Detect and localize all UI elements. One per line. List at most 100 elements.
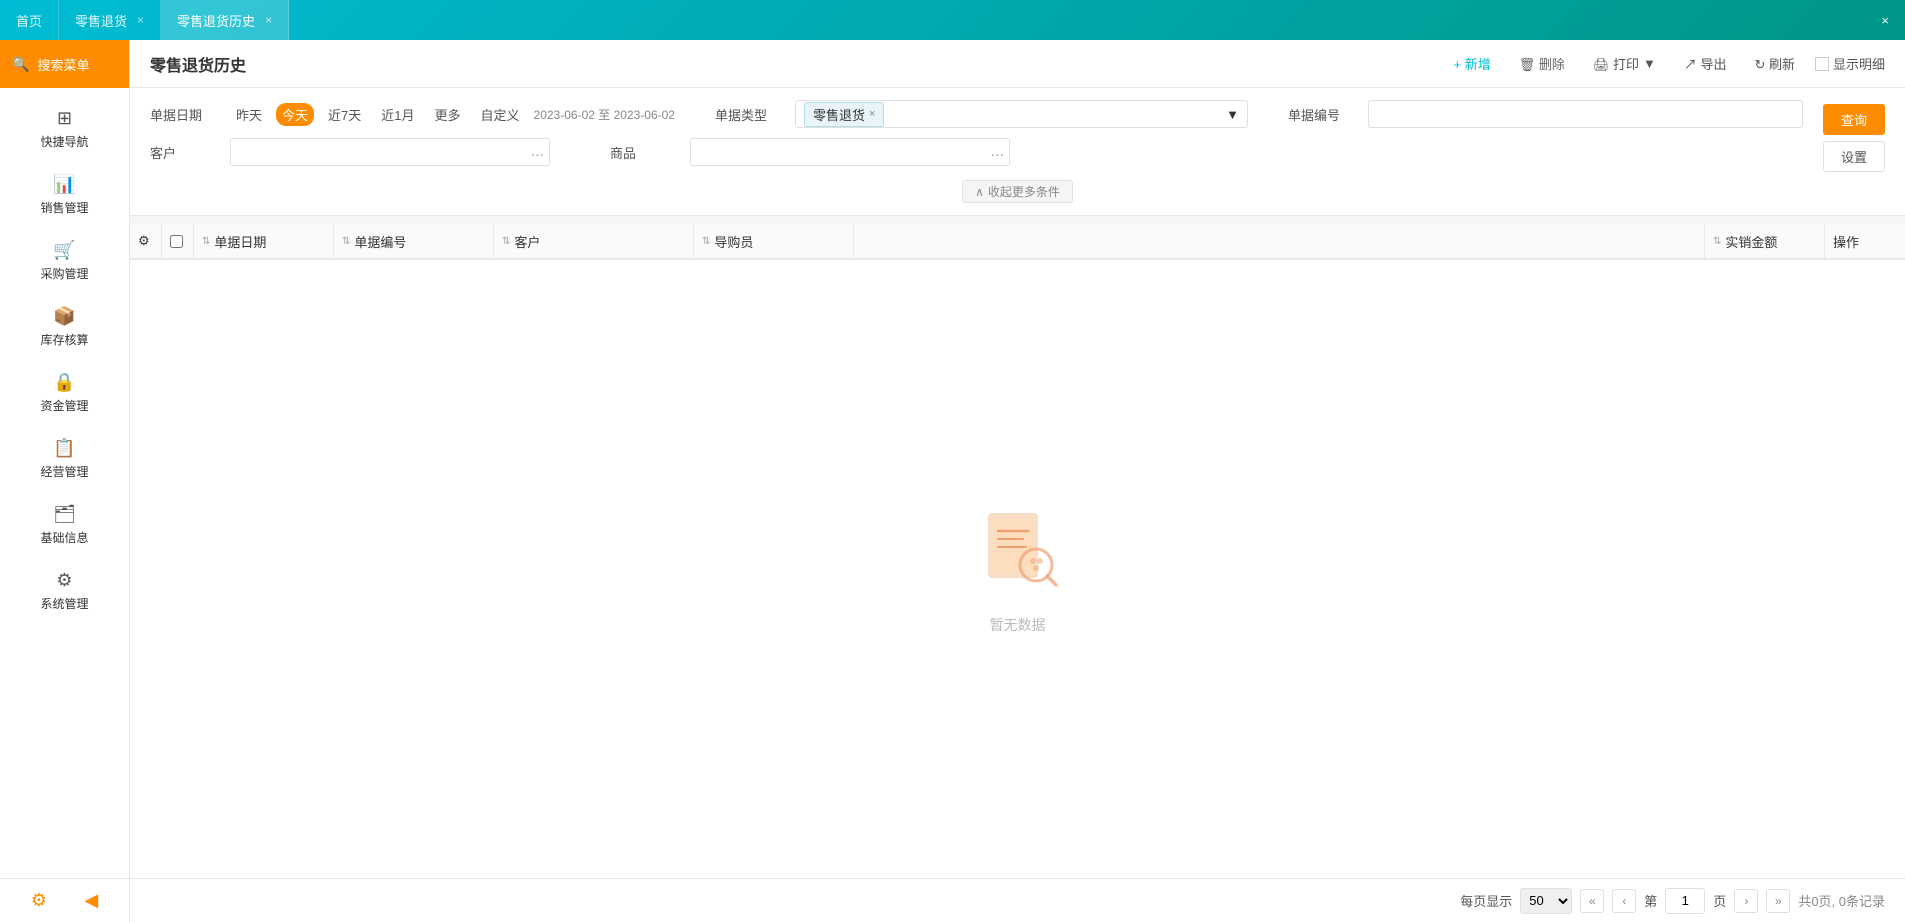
tab-retail-return-history-close[interactable]: × bbox=[265, 13, 272, 27]
page-total: 共0页, 0条记录 bbox=[1798, 891, 1885, 910]
top-bar-close[interactable]: × bbox=[1865, 13, 1905, 28]
sidebar-item-purchase-mgmt[interactable]: 🛒 采购管理 bbox=[0, 228, 129, 294]
date-range: 2023-06-02 至 2023-06-02 bbox=[534, 106, 675, 123]
page-header: 零售退货历史 + 新增 🗑 删除 🖨 打印 ▼ ↗ 导出 ↻ 刷新 bbox=[130, 40, 1905, 88]
sidebar-item-finance-label: 资金管理 bbox=[40, 397, 88, 414]
page-suffix: 页 bbox=[1713, 891, 1726, 910]
sidebar-item-inventory[interactable]: 📦 库存核算 bbox=[0, 294, 129, 360]
date-opt-today[interactable]: 今天 bbox=[276, 103, 314, 126]
export-button-label: ↗ 导出 bbox=[1684, 54, 1727, 73]
new-button[interactable]: + 新增 bbox=[1446, 50, 1499, 77]
display-toggle[interactable]: 显示明细 bbox=[1815, 54, 1885, 73]
sidebar-footer: ⚙ ◀ bbox=[0, 878, 129, 922]
th-guide-sort-icon[interactable]: ⇅ bbox=[702, 236, 710, 247]
date-opt-custom[interactable]: 自定义 bbox=[475, 103, 526, 126]
voucher-number-input[interactable] bbox=[1368, 100, 1803, 128]
tab-retail-return[interactable]: 零售退货 × bbox=[59, 0, 161, 40]
per-page-select[interactable]: 50 20 100 bbox=[1520, 888, 1572, 914]
top-bar: 首页 零售退货 × 零售退货历史 × × bbox=[0, 0, 1905, 40]
th-date-sort-icon[interactable]: ⇅ bbox=[202, 236, 210, 247]
operations-icon: 📋 bbox=[53, 438, 75, 459]
date-filter-options: 昨天 今天 近7天 近1月 更多 自定义 2023-06-02 至 2023-0… bbox=[230, 103, 675, 126]
tab-retail-return-close[interactable]: × bbox=[137, 13, 144, 27]
date-opt-yesterday[interactable]: 昨天 bbox=[230, 103, 268, 126]
prev-page-button[interactable]: ‹ bbox=[1612, 889, 1636, 913]
per-page-label: 每页显示 bbox=[1460, 891, 1512, 910]
refresh-button[interactable]: ↻ 刷新 bbox=[1746, 50, 1803, 77]
th-amount-sort-icon[interactable]: ⇅ bbox=[1713, 236, 1721, 247]
sidebar-search[interactable]: 🔍 搜索菜单 bbox=[0, 40, 129, 88]
tab-home[interactable]: 首页 bbox=[0, 0, 59, 40]
th-date: ⇅ 单据日期 bbox=[194, 224, 334, 258]
sidebar-item-operations[interactable]: 📋 经营管理 bbox=[0, 426, 129, 492]
sidebar-item-inventory-label: 库存核算 bbox=[40, 331, 88, 348]
first-page-button[interactable]: « bbox=[1580, 889, 1604, 913]
main-layout: 🔍 搜索菜单 ⊞ 快捷导航 📊 销售管理 🛒 采购管理 📦 库存核算 🔒 bbox=[0, 40, 1905, 922]
settings-footer-icon[interactable]: ⚙ bbox=[31, 890, 47, 911]
sidebar: 🔍 搜索菜单 ⊞ 快捷导航 📊 销售管理 🛒 采购管理 📦 库存核算 🔒 bbox=[0, 40, 130, 922]
date-opt-1month[interactable]: 近1月 bbox=[375, 103, 420, 126]
sidebar-menu: ⊞ 快捷导航 📊 销售管理 🛒 采购管理 📦 库存核算 🔒 资金管理 📋 bbox=[0, 88, 129, 878]
date-opt-7days[interactable]: 近7天 bbox=[322, 103, 367, 126]
tab-bar: 首页 零售退货 × 零售退货历史 × bbox=[0, 0, 1865, 40]
next-page-button[interactable]: › bbox=[1734, 889, 1758, 913]
voucher-number-wrap bbox=[1368, 100, 1803, 128]
th-number-sort-icon[interactable]: ⇅ bbox=[342, 236, 350, 247]
th-settings[interactable]: ⚙ bbox=[130, 224, 162, 258]
finance-icon: 🔒 bbox=[53, 372, 75, 393]
print-dropdown-icon[interactable]: ▼ bbox=[1643, 56, 1656, 71]
last-page-button[interactable]: » bbox=[1766, 889, 1790, 913]
sidebar-item-operations-label: 经营管理 bbox=[40, 463, 88, 480]
filter-section: 单据日期 昨天 今天 近7天 近1月 更多 自定义 2023-06-02 至 2… bbox=[150, 100, 1885, 176]
print-button[interactable]: 🖨 打印 ▼ bbox=[1585, 50, 1664, 77]
th-date-label: 单据日期 bbox=[214, 232, 266, 251]
settings-button[interactable]: 设置 bbox=[1823, 141, 1885, 172]
th-checkbox[interactable] bbox=[162, 224, 194, 258]
collapse-icon: ∧ bbox=[975, 185, 984, 199]
th-action-label: 操作 bbox=[1833, 232, 1859, 251]
date-opt-more[interactable]: 更多 bbox=[429, 103, 467, 126]
query-button[interactable]: 查询 bbox=[1823, 104, 1885, 135]
tab-retail-return-history[interactable]: 零售退货历史 × bbox=[161, 0, 289, 40]
voucher-type-select[interactable]: 零售退货 × ▼ bbox=[795, 100, 1248, 128]
sidebar-item-system-mgmt[interactable]: ⚙ 系统管理 bbox=[0, 558, 129, 624]
sidebar-item-basic-info-label: 基础信息 bbox=[40, 529, 88, 546]
table-select-all-checkbox[interactable] bbox=[170, 235, 183, 248]
goods-label: 商品 bbox=[610, 143, 670, 162]
sidebar-item-sales-mgmt[interactable]: 📊 销售管理 bbox=[0, 162, 129, 228]
export-button[interactable]: ↗ 导出 bbox=[1676, 50, 1735, 77]
display-checkbox[interactable] bbox=[1815, 57, 1829, 71]
th-customer: ⇅ 客户 bbox=[494, 224, 694, 258]
voucher-type-tag-close[interactable]: × bbox=[869, 108, 875, 120]
table-settings-icon: ⚙ bbox=[138, 233, 150, 249]
header-actions: + 新增 🗑 删除 🖨 打印 ▼ ↗ 导出 ↻ 刷新 显示明细 bbox=[1446, 50, 1886, 77]
page-title: 零售退货历史 bbox=[150, 52, 246, 76]
sidebar-item-finance[interactable]: 🔒 资金管理 bbox=[0, 360, 129, 426]
th-amount-label: 实销金额 bbox=[1725, 232, 1777, 251]
th-customer-label: 客户 bbox=[514, 232, 540, 251]
page-input[interactable] bbox=[1665, 888, 1705, 914]
purchase-icon: 🛒 bbox=[53, 240, 75, 261]
search-icon: 🔍 bbox=[12, 56, 29, 73]
th-guide: ⇅ 导购员 bbox=[694, 224, 854, 258]
customer-input[interactable] bbox=[230, 138, 550, 166]
sidebar-item-system-label: 系统管理 bbox=[40, 595, 88, 612]
filter-right: 查询 设置 bbox=[1803, 100, 1885, 176]
th-customer-sort-icon[interactable]: ⇅ bbox=[502, 236, 510, 247]
new-button-label: + 新增 bbox=[1454, 54, 1491, 73]
goods-input[interactable] bbox=[690, 138, 1010, 166]
sidebar-item-quick-nav[interactable]: ⊞ 快捷导航 bbox=[0, 96, 129, 162]
table-header: ⚙ ⇅ 单据日期 ⇅ 单据编号 ⇅ 客户 ⇅ bbox=[130, 224, 1905, 260]
collapse-button[interactable]: ∧ 收起更多条件 bbox=[962, 180, 1073, 203]
date-label: 单据日期 bbox=[150, 105, 210, 124]
sidebar-item-basic-info[interactable]: 🗂 基础信息 bbox=[0, 492, 129, 558]
voucher-type-tag-label: 零售退货 bbox=[813, 105, 865, 124]
customer-dots-icon: ... bbox=[531, 143, 544, 161]
delete-button[interactable]: 🗑 删除 bbox=[1511, 50, 1573, 77]
collapse-sidebar-icon[interactable]: ◀ bbox=[84, 890, 98, 911]
filter-bar: 单据日期 昨天 今天 近7天 近1月 更多 自定义 2023-06-02 至 2… bbox=[130, 88, 1905, 216]
collapse-label: 收起更多条件 bbox=[988, 183, 1060, 200]
empty-state: 暂无数据 bbox=[130, 260, 1905, 878]
tab-retail-return-label: 零售退货 bbox=[75, 11, 127, 30]
th-action: 操作 bbox=[1825, 224, 1905, 258]
